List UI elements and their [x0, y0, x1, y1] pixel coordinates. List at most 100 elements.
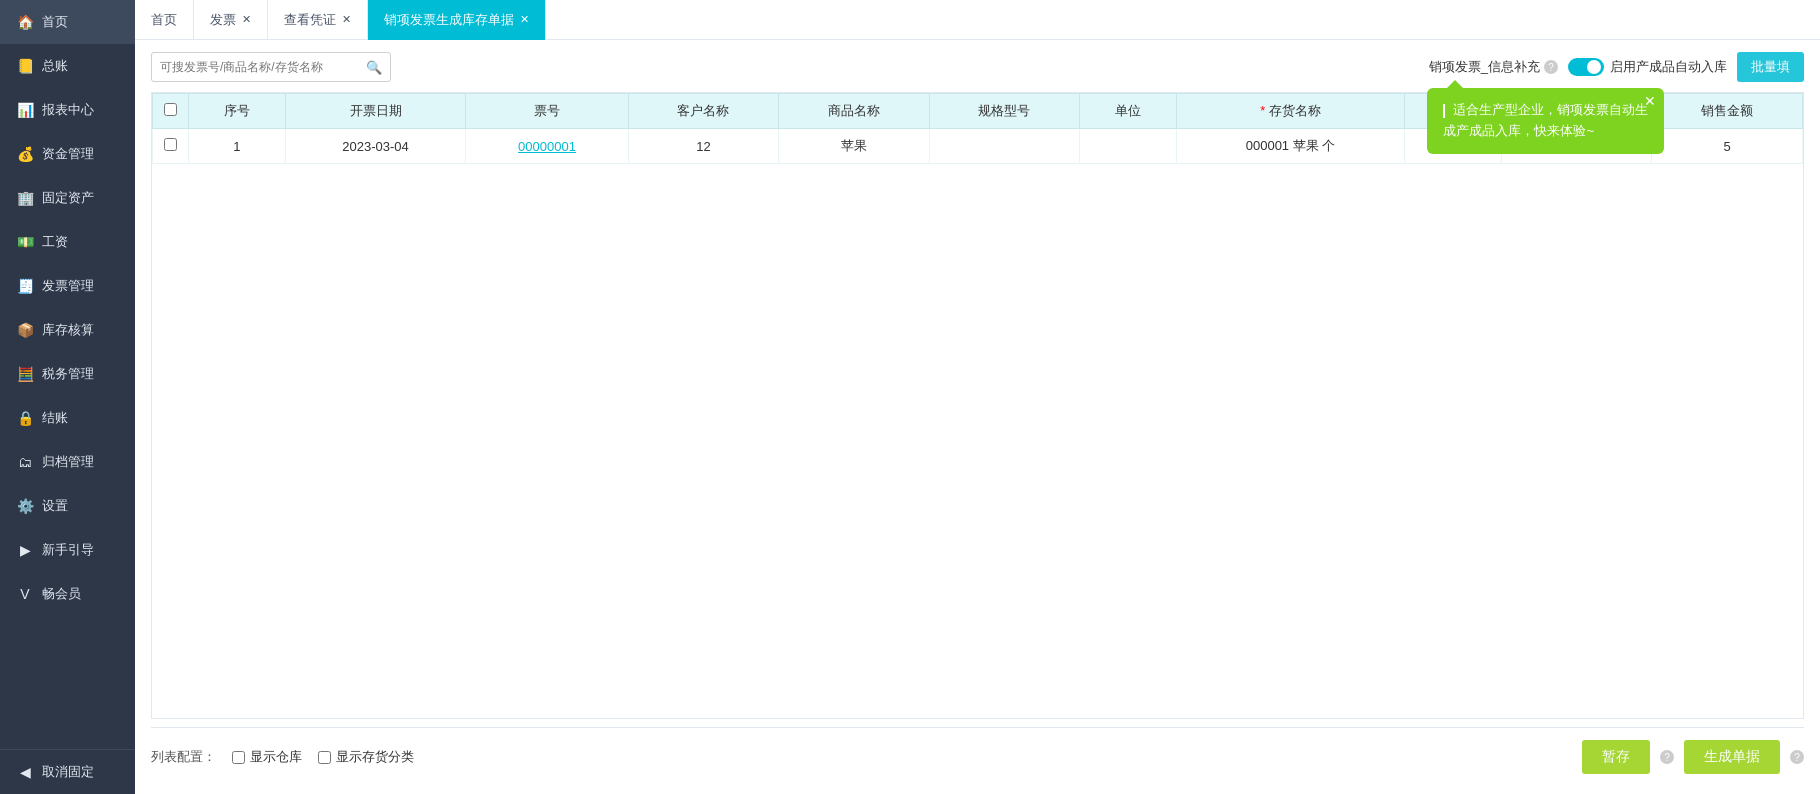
row-open-date: 2023-03-04 [285, 129, 465, 164]
sidebar-item-label: 设置 [42, 497, 68, 515]
sidebar-item-label: 库存核算 [42, 321, 94, 339]
tooltip-container: ✕ 适合生产型企业，销项发票自动生 成产成品入库，快来体验~ [1568, 58, 1604, 76]
tab-generate-close[interactable]: ✕ [520, 13, 529, 26]
tab-invoice-label: 发票 [210, 11, 236, 29]
show-warehouse-label[interactable]: 显示仓库 [232, 748, 302, 766]
header-open-date: 开票日期 [285, 94, 465, 129]
auto-warehouse-toggle[interactable] [1568, 58, 1604, 76]
show-warehouse-checkbox[interactable] [232, 751, 245, 764]
tooltip-close-icon[interactable]: ✕ [1644, 94, 1656, 108]
vip-icon: V [16, 586, 34, 602]
sidebar-item-reports[interactable]: 📊 报表中心 [0, 88, 135, 132]
row-ticket-no: 00000001 [466, 129, 629, 164]
bottom-bar: 列表配置： 显示仓库 显示存货分类 暂存 ? 生成单据 ? [151, 727, 1804, 782]
row-inventory: 000001 苹果 个 [1177, 129, 1405, 164]
help-icon[interactable]: ? [1544, 60, 1558, 74]
save-button[interactable]: 暂存 [1582, 740, 1650, 774]
gear-icon: ⚙️ [16, 498, 34, 514]
row-seq: 1 [189, 129, 286, 164]
header-seq: 序号 [189, 94, 286, 129]
sidebar-item-label: 固定资产 [42, 189, 94, 207]
archive-icon: 🗂 [16, 454, 34, 470]
tab-voucher[interactable]: 查看凭证 ✕ [268, 0, 368, 40]
sidebar-bottom: ◀ 取消固定 [0, 749, 135, 794]
sidebar-item-settings[interactable]: ⚙️ 设置 [0, 484, 135, 528]
tab-generate-label: 销项发票生成库存单据 [384, 11, 514, 29]
sidebar-item-home[interactable]: 🏠 首页 [0, 0, 135, 44]
header-ticket-no: 票号 [466, 94, 629, 129]
header-customer: 客户名称 [628, 94, 778, 129]
save-help-icon[interactable]: ? [1660, 750, 1674, 764]
header-unit: 单位 [1080, 94, 1177, 129]
sidebar-item-ledger[interactable]: 📒 总账 [0, 44, 135, 88]
search-wrapper[interactable]: 🔍 [151, 52, 391, 82]
header-product: 商品名称 [779, 94, 929, 129]
inventory-icon: 📦 [16, 322, 34, 338]
sidebar-item-assets[interactable]: 🏢 固定资产 [0, 176, 135, 220]
sidebar-item-label: 报表中心 [42, 101, 94, 119]
sidebar-item-label: 税务管理 [42, 365, 94, 383]
close-accounts-icon: 🔒 [16, 410, 34, 426]
sidebar-item-inventory[interactable]: 📦 库存核算 [0, 308, 135, 352]
info-label: 销项发票_信息补充 ? [1429, 58, 1558, 76]
tab-home-label: 首页 [151, 11, 177, 29]
header-inventory: * 存货名称 [1177, 94, 1405, 129]
row-checkbox[interactable] [164, 138, 177, 151]
sidebar-item-vip[interactable]: V 畅会员 [0, 572, 135, 616]
toolbar-right: 销项发票_信息补充 ? ✕ 适合生产型企业，销项发票自动生 成产成品入库，快来体… [1429, 52, 1804, 82]
unpin-button[interactable]: ◀ 取消固定 [0, 750, 135, 794]
tax-icon: 🧮 [16, 366, 34, 382]
sidebar-item-label: 首页 [42, 13, 68, 31]
sidebar-item-label: 资金管理 [42, 145, 94, 163]
toggle-label: 启用产成品自动入库 [1610, 58, 1727, 76]
sidebar-item-label: 工资 [42, 233, 68, 251]
required-star: * [1260, 103, 1265, 118]
toolbar-row: 🔍 销项发票_信息补充 ? ✕ 适合生产型企业，销项发票自动生 [151, 52, 1804, 82]
unpin-icon: ◀ [16, 764, 34, 780]
sidebar-item-tax[interactable]: 🧮 税务管理 [0, 352, 135, 396]
sidebar-item-funds[interactable]: 💰 资金管理 [0, 132, 135, 176]
tab-generate[interactable]: 销项发票生成库存单据 ✕ [368, 0, 546, 40]
show-category-checkbox[interactable] [318, 751, 331, 764]
search-icon[interactable]: 🔍 [366, 60, 382, 75]
sidebar-item-label: 畅会员 [42, 585, 81, 603]
ticket-no-link[interactable]: 00000001 [518, 139, 576, 154]
ledger-icon: 📒 [16, 58, 34, 74]
assets-icon: 🏢 [16, 190, 34, 206]
reports-icon: 📊 [16, 102, 34, 118]
select-all-checkbox[interactable] [164, 103, 177, 116]
row-unit [1080, 129, 1177, 164]
tab-home[interactable]: 首页 [135, 0, 194, 40]
tab-invoice-close[interactable]: ✕ [242, 13, 251, 26]
tab-voucher-close[interactable]: ✕ [342, 13, 351, 26]
tab-bar: 首页 发票 ✕ 查看凭证 ✕ 销项发票生成库存单据 ✕ [135, 0, 1820, 40]
search-input[interactable] [160, 60, 366, 74]
generate-help-icon[interactable]: ? [1790, 750, 1804, 764]
row-product: 苹果 [779, 129, 929, 164]
page-body: 🔍 销项发票_信息补充 ? ✕ 适合生产型企业，销项发票自动生 [135, 40, 1820, 794]
row-spec [929, 129, 1079, 164]
row-customer: 12 [628, 129, 778, 164]
sidebar: 🏠 首页 📒 总账 📊 报表中心 💰 资金管理 🏢 固定资产 💵 工资 🧾 发票… [0, 0, 135, 794]
payroll-icon: 💵 [16, 234, 34, 250]
sidebar-item-archive[interactable]: 🗂 归档管理 [0, 440, 135, 484]
sidebar-item-label: 新手引导 [42, 541, 94, 559]
sidebar-item-payroll[interactable]: 💵 工资 [0, 220, 135, 264]
row-checkbox-cell [153, 129, 189, 164]
main-content: 首页 发票 ✕ 查看凭证 ✕ 销项发票生成库存单据 ✕ 🔍 销项发票_信息补充 [135, 0, 1820, 794]
tooltip-text: 适合生产型企业，销项发票自动生 成产成品入库，快来体验~ [1443, 102, 1648, 138]
batch-fill-button[interactable]: 批量填 [1737, 52, 1804, 82]
unpin-label: 取消固定 [42, 763, 94, 781]
sidebar-item-label: 总账 [42, 57, 68, 75]
header-amount: 销售金额 [1652, 94, 1803, 129]
sidebar-item-label: 发票管理 [42, 277, 94, 295]
sidebar-item-invoice[interactable]: 🧾 发票管理 [0, 264, 135, 308]
sidebar-item-guide[interactable]: ▶ 新手引导 [0, 528, 135, 572]
show-category-label[interactable]: 显示存货分类 [318, 748, 414, 766]
sidebar-item-close[interactable]: 🔒 结账 [0, 396, 135, 440]
tab-voucher-label: 查看凭证 [284, 11, 336, 29]
generate-button[interactable]: 生成单据 [1684, 740, 1780, 774]
tab-invoice[interactable]: 发票 ✕ [194, 0, 268, 40]
sidebar-item-label: 结账 [42, 409, 68, 427]
bottom-actions: 暂存 ? 生成单据 ? [1582, 740, 1804, 774]
